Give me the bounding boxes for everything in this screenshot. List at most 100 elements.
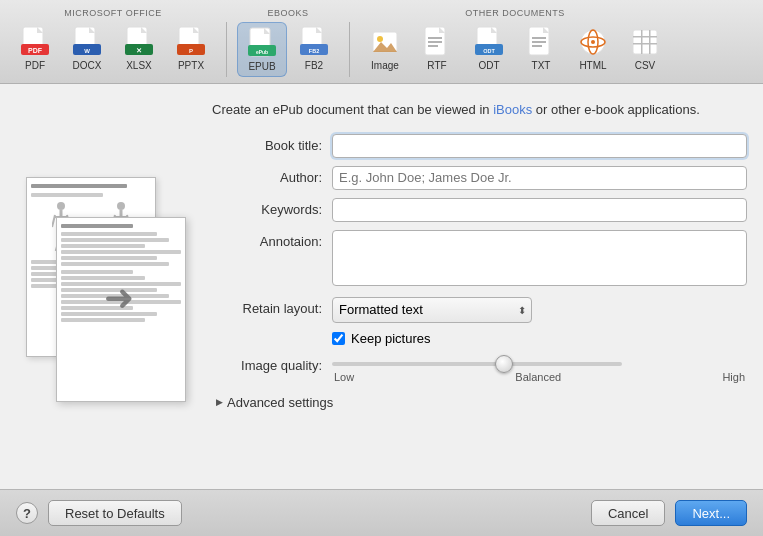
svg-point-44 [591, 40, 595, 44]
docx-label: DOCX [73, 60, 102, 71]
svg-rect-45 [633, 30, 657, 54]
cancel-button[interactable]: Cancel [591, 500, 665, 526]
svg-point-50 [57, 202, 65, 210]
book-title-input[interactable] [332, 134, 747, 158]
advanced-settings-label: Advanced settings [227, 395, 333, 410]
epub-icon: ePub [246, 27, 278, 59]
svg-text:✕: ✕ [136, 47, 142, 54]
svg-point-25 [377, 36, 383, 42]
svg-text:W: W [84, 48, 90, 54]
main-window: MICROSOFT OFFICE PDF PDF [0, 0, 763, 536]
rtf-label: RTF [427, 60, 446, 71]
txt-label: TXT [532, 60, 551, 71]
image-quality-row: Image quality: Low Balanced High [212, 354, 747, 383]
image-quality-control: Low Balanced High [332, 354, 747, 383]
author-label: Author: [212, 166, 332, 185]
help-button[interactable]: ? [16, 502, 38, 524]
preview-pane: ➜ [16, 100, 196, 473]
slider-wrapper [332, 354, 622, 369]
fb2-label: FB2 [305, 60, 323, 71]
other-docs-label: OTHER DOCUMENTS [465, 8, 565, 18]
retain-layout-select[interactable]: Formatted textPlain textNone [332, 297, 532, 323]
book-title-label: Book title: [212, 134, 332, 153]
other-docs-icons: Image RTF [360, 22, 670, 75]
svg-point-57 [117, 202, 125, 210]
rtf-icon [421, 26, 453, 58]
image-quality-slider[interactable] [332, 362, 622, 366]
tool-csv[interactable]: CSV [620, 22, 670, 75]
annotation-row: Annotaion: [212, 230, 747, 289]
pdf-label: PDF [25, 60, 45, 71]
form-area: Create an ePub document that can be view… [212, 100, 747, 473]
bottom-right: Cancel Next... [591, 500, 747, 526]
separator-1 [226, 22, 227, 77]
keep-pictures-checkbox[interactable] [332, 332, 345, 345]
author-input[interactable] [332, 166, 747, 190]
tool-xlsx[interactable]: ✕ XLSX [114, 22, 164, 75]
image-quality-label: Image quality: [212, 354, 332, 373]
ebooks-icons: ePub EPUB FB2 [237, 22, 339, 77]
conversion-arrow: ➜ [104, 277, 134, 319]
toolbar-group-ms-office: MICROSOFT OFFICE PDF PDF [10, 8, 216, 75]
toolbar-group-ebooks: EBOOKS ePub EPUB [237, 8, 339, 77]
ebooks-label: EBOOKS [267, 8, 308, 18]
advanced-triangle-icon: ▶ [216, 397, 223, 407]
svg-rect-48 [641, 30, 643, 54]
tool-rtf[interactable]: RTF [412, 22, 462, 75]
author-row: Author: [212, 166, 747, 190]
xlsx-label: XLSX [126, 60, 152, 71]
xlsx-icon: ✕ [123, 26, 155, 58]
pptx-label: PPTX [178, 60, 204, 71]
description-text: Create an ePub document that can be view… [212, 100, 747, 120]
tool-epub[interactable]: ePub EPUB [237, 22, 287, 77]
html-icon [577, 26, 609, 58]
odt-icon: ODT [473, 26, 505, 58]
preview-pages: ➜ [26, 177, 186, 397]
svg-rect-47 [633, 43, 657, 45]
retain-layout-label: Retain layout: [212, 297, 332, 316]
keywords-row: Keywords: [212, 198, 747, 222]
retain-layout-control: Formatted textPlain textNone [332, 297, 747, 323]
image-label: Image [371, 60, 399, 71]
retain-layout-row: Retain layout: Formatted textPlain textN… [212, 297, 747, 323]
advanced-settings-row[interactable]: ▶ Advanced settings [216, 395, 747, 410]
tool-pdf[interactable]: PDF PDF [10, 22, 60, 75]
book-title-row: Book title: [212, 134, 747, 158]
toolbar: MICROSOFT OFFICE PDF PDF [0, 0, 763, 84]
docx-icon: W [71, 26, 103, 58]
odt-label: ODT [478, 60, 499, 71]
txt-icon [525, 26, 557, 58]
svg-text:P: P [189, 48, 193, 54]
ms-office-label: MICROSOFT OFFICE [64, 8, 161, 18]
pdf-icon: PDF [19, 26, 51, 58]
annotation-textarea[interactable] [332, 230, 747, 286]
tool-image[interactable]: Image [360, 22, 410, 75]
bottom-left: ? Reset to Defaults [16, 500, 182, 526]
tool-pptx[interactable]: P PPTX [166, 22, 216, 75]
keywords-input[interactable] [332, 198, 747, 222]
ms-office-icons: PDF PDF W [10, 22, 216, 75]
annotation-label: Annotaion: [212, 230, 332, 249]
tool-txt[interactable]: TXT [516, 22, 566, 75]
next-button[interactable]: Next... [675, 500, 747, 526]
image-icon [369, 26, 401, 58]
bottom-bar: ? Reset to Defaults Cancel Next... [0, 489, 763, 536]
tool-odt[interactable]: ODT ODT [464, 22, 514, 75]
svg-rect-49 [649, 30, 651, 54]
separator-2 [349, 22, 350, 77]
epub-label: EPUB [248, 61, 275, 72]
keep-pictures-label[interactable]: Keep pictures [351, 331, 431, 346]
keep-pictures-row: Keep pictures [332, 331, 747, 346]
tool-html[interactable]: HTML [568, 22, 618, 75]
toolbar-group-other: OTHER DOCUMENTS Image [360, 8, 670, 75]
ibooks-link[interactable]: iBooks [493, 102, 532, 117]
toolbar-sections: MICROSOFT OFFICE PDF PDF [10, 8, 753, 77]
keywords-label: Keywords: [212, 198, 332, 217]
fb2-icon: FB2 [298, 26, 330, 58]
svg-text:ePub: ePub [256, 49, 268, 55]
keywords-control [332, 198, 747, 222]
retain-layout-select-wrapper: Formatted textPlain textNone [332, 297, 532, 323]
reset-defaults-button[interactable]: Reset to Defaults [48, 500, 182, 526]
tool-fb2[interactable]: FB2 FB2 [289, 22, 339, 77]
tool-docx[interactable]: W DOCX [62, 22, 112, 75]
